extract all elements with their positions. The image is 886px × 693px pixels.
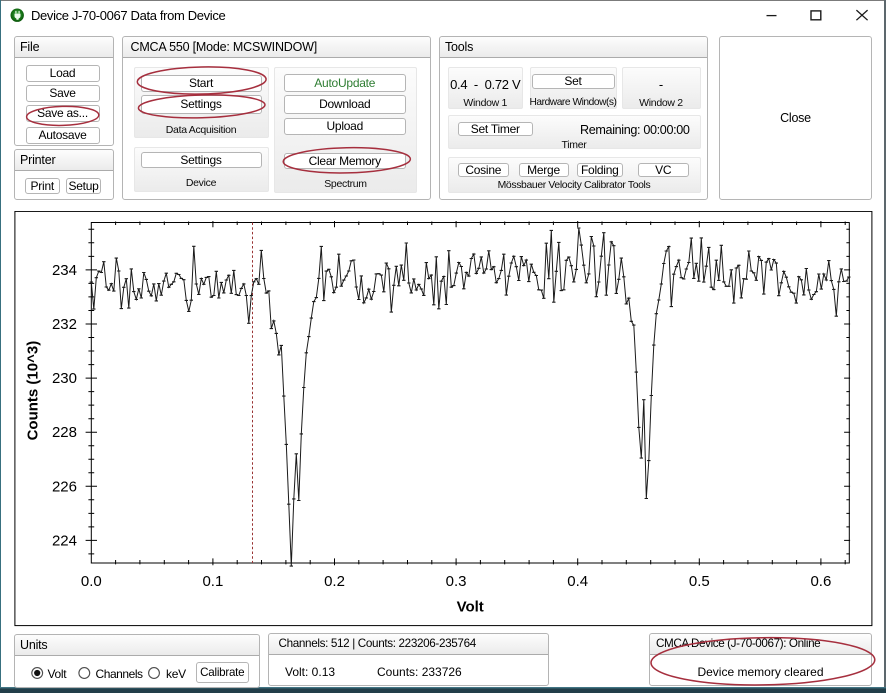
svg-text:228: 228 <box>52 424 77 441</box>
svg-text:0.1: 0.1 <box>202 573 223 590</box>
svg-text:0.5: 0.5 <box>689 573 710 590</box>
svg-text:0.2: 0.2 <box>324 573 345 590</box>
svg-text:226: 226 <box>52 478 77 495</box>
svg-text:232: 232 <box>52 316 77 333</box>
svg-text:224: 224 <box>52 532 77 549</box>
svg-text:0.3: 0.3 <box>446 573 467 590</box>
svg-text:0.4: 0.4 <box>567 573 588 590</box>
svg-text:Volt: Volt <box>457 599 484 616</box>
svg-text:0.6: 0.6 <box>810 573 831 590</box>
svg-text:0.0: 0.0 <box>81 573 102 590</box>
svg-text:Counts (10^3): Counts (10^3) <box>24 341 41 441</box>
svg-text:230: 230 <box>52 370 77 387</box>
svg-text:234: 234 <box>52 262 77 279</box>
